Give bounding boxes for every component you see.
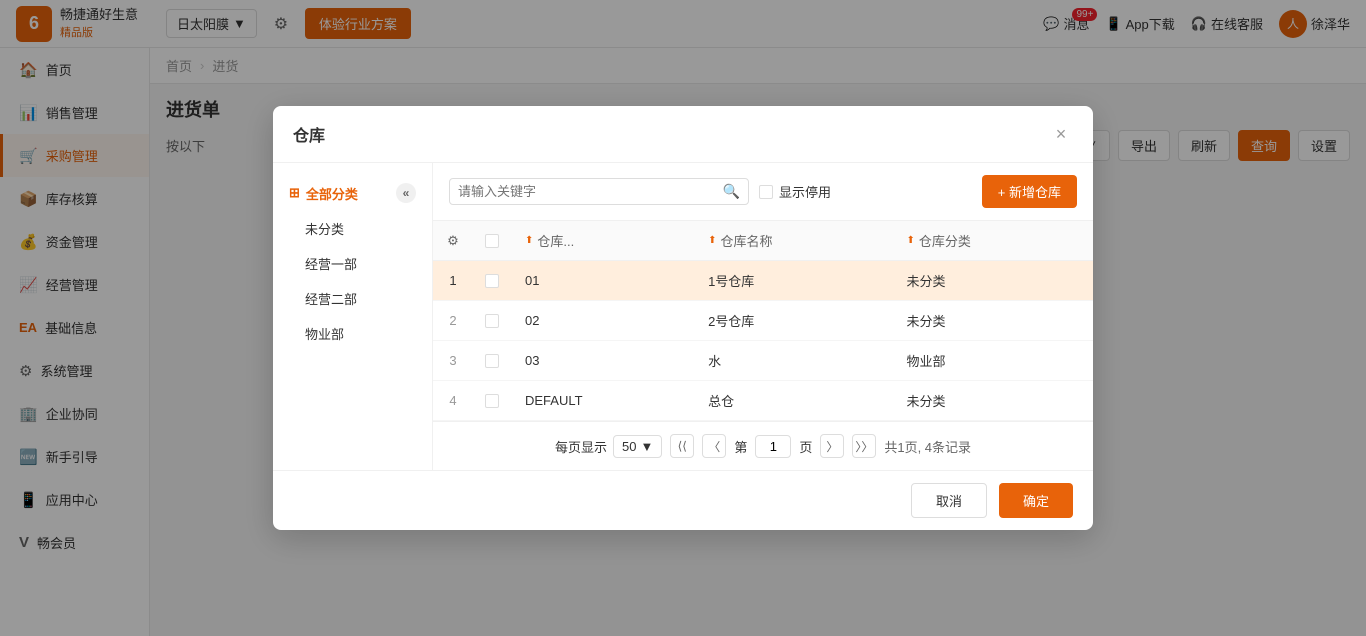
row-checkbox[interactable] xyxy=(473,381,513,421)
category-header-label: 全部分类 xyxy=(306,184,358,203)
row-name: 水 xyxy=(696,341,894,381)
modal-title: 仓库 xyxy=(293,122,325,146)
per-page-chevron: ▼ xyxy=(640,439,653,454)
per-page-select[interactable]: 50 ▼ xyxy=(613,435,662,458)
sort-icon: ⬆ xyxy=(525,235,533,246)
data-table: ⚙ ⬆ 仓库... xyxy=(433,221,1093,421)
page-input[interactable] xyxy=(755,435,791,458)
category-header[interactable]: ⊞ 全部分类 « xyxy=(273,175,432,211)
confirm-button[interactable]: 确定 xyxy=(999,483,1073,518)
show-disabled-toggle[interactable]: 显示停用 xyxy=(759,182,831,201)
next-page-button[interactable]: 〉 xyxy=(820,434,844,458)
th-gear: ⚙ xyxy=(433,221,473,261)
row-category: 未分类 xyxy=(895,301,1093,341)
row-name: 1号仓库 xyxy=(696,261,894,301)
row-checkbox[interactable] xyxy=(473,301,513,341)
category-item-dept2[interactable]: 经营二部 xyxy=(273,281,432,316)
page-size-area: 每页显示 50 ▼ xyxy=(555,435,662,458)
modal-overlay[interactable]: 仓库 × ⊞ 全部分类 « 未分类 经营一部 经营二部 物业部 xyxy=(0,0,1366,636)
table-row[interactable]: 2 02 2号仓库 未分类 xyxy=(433,301,1093,341)
select-all-checkbox[interactable] xyxy=(485,234,499,248)
row-name: 总仓 xyxy=(696,381,894,421)
cancel-button[interactable]: 取消 xyxy=(911,483,987,518)
modal-body: ⊞ 全部分类 « 未分类 经营一部 经营二部 物业部 🔍 xyxy=(273,163,1093,470)
row-code: 01 xyxy=(513,261,696,301)
warehouse-table: ⚙ ⬆ 仓库... xyxy=(433,221,1093,421)
modal-main: 🔍 显示停用 + 新增仓库 ⚙ xyxy=(433,163,1093,470)
row-checkbox[interactable] xyxy=(473,341,513,381)
row-num: 4 xyxy=(433,381,473,421)
row-num: 3 xyxy=(433,341,473,381)
show-disabled-checkbox[interactable] xyxy=(759,185,773,199)
th-category: ⬆ 仓库分类 xyxy=(895,221,1093,261)
search-icon: 🔍 xyxy=(723,183,740,200)
row-checkbox-box[interactable] xyxy=(485,314,499,328)
warehouse-modal: 仓库 × ⊞ 全部分类 « 未分类 经营一部 经营二部 物业部 xyxy=(273,106,1093,530)
table-header-row: ⚙ ⬆ 仓库... xyxy=(433,221,1093,261)
row-num: 2 xyxy=(433,301,473,341)
table-body: 1 01 1号仓库 未分类 2 xyxy=(433,261,1093,421)
modal-toolbar: 🔍 显示停用 + 新增仓库 xyxy=(433,163,1093,221)
modal-footer: 取消 确定 xyxy=(273,470,1093,530)
sort-icon-name: ⬆ xyxy=(708,235,716,246)
row-checkbox-box[interactable] xyxy=(485,394,499,408)
category-item-property[interactable]: 物业部 xyxy=(273,316,432,351)
last-page-button[interactable]: 〉〉 xyxy=(852,434,876,458)
show-disabled-label: 显示停用 xyxy=(779,182,831,201)
modal-sidebar: ⊞ 全部分类 « 未分类 经营一部 经营二部 物业部 xyxy=(273,163,433,470)
collapse-button[interactable]: « xyxy=(396,183,416,203)
page-label: 第 xyxy=(734,437,747,456)
add-warehouse-button[interactable]: + 新增仓库 xyxy=(982,175,1077,208)
table-row[interactable]: 4 DEFAULT 总仓 未分类 xyxy=(433,381,1093,421)
row-code: 03 xyxy=(513,341,696,381)
category-item-unclassified[interactable]: 未分类 xyxy=(273,211,432,246)
per-page-label: 每页显示 xyxy=(555,437,607,456)
row-code: 02 xyxy=(513,301,696,341)
th-name: ⬆ 仓库名称 xyxy=(696,221,894,261)
row-num: 1 xyxy=(433,261,473,301)
row-name: 2号仓库 xyxy=(696,301,894,341)
prev-page-button[interactable]: 〈 xyxy=(702,434,726,458)
row-code: DEFAULT xyxy=(513,381,696,421)
search-input[interactable] xyxy=(458,184,717,199)
close-button[interactable]: × xyxy=(1049,122,1073,146)
grid-icon: ⊞ xyxy=(289,185,300,201)
th-code: ⬆ 仓库... xyxy=(513,221,696,261)
row-checkbox[interactable] xyxy=(473,261,513,301)
page-suffix: 页 xyxy=(799,437,812,456)
sort-icon-category: ⬆ xyxy=(907,235,915,246)
row-checkbox-box[interactable] xyxy=(485,354,499,368)
row-checkbox-box[interactable] xyxy=(485,274,499,288)
category-item-dept1[interactable]: 经营一部 xyxy=(273,246,432,281)
per-page-value: 50 xyxy=(622,439,636,454)
total-info: 共1页, 4条记录 xyxy=(884,437,971,456)
table-row[interactable]: 1 01 1号仓库 未分类 xyxy=(433,261,1093,301)
modal-header: 仓库 × xyxy=(273,106,1093,163)
row-category: 未分类 xyxy=(895,261,1093,301)
row-category: 物业部 xyxy=(895,341,1093,381)
table-row[interactable]: 3 03 水 物业部 xyxy=(433,341,1093,381)
pagination: 每页显示 50 ▼ ⟨⟨ 〈 第 页 〉 〉〉 共1页, 4条记录 xyxy=(433,421,1093,470)
row-category: 未分类 xyxy=(895,381,1093,421)
first-page-button[interactable]: ⟨⟨ xyxy=(670,434,694,458)
th-checkbox xyxy=(473,221,513,261)
search-box: 🔍 xyxy=(449,178,749,205)
